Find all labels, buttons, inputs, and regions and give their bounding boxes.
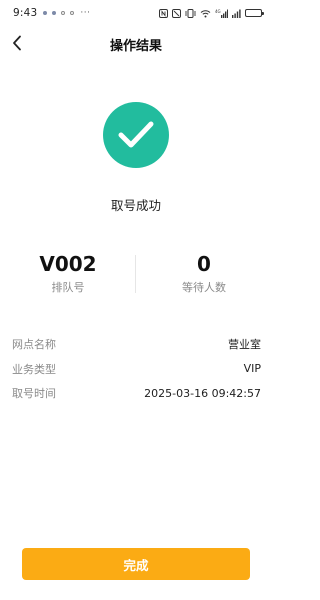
check-icon (118, 121, 154, 148)
svg-text:4G: 4G (215, 9, 221, 14)
waiting-count-stat: 0 等待人数 (136, 252, 272, 295)
signal-icon (232, 9, 241, 18)
status-bar-right: 4G (159, 8, 264, 18)
result-message: 取号成功 (110, 198, 161, 213)
battery-icon (245, 9, 264, 17)
waiting-count-label: 等待人数 (182, 281, 226, 294)
nav-bar: 操作结果 (0, 26, 272, 60)
info-row-ticket-time: 取号时间 2025-03-16 09:42:57 (12, 381, 261, 406)
status-bar: 9:43 ··· 4G (0, 0, 272, 26)
done-button[interactable]: 完成 (22, 548, 250, 580)
signal-icon: 4G (215, 9, 228, 18)
nfc-icon (159, 8, 168, 18)
vibrate-icon (185, 8, 196, 18)
status-bar-left: 9:43 ··· (13, 7, 90, 19)
queue-number-stat: V002 排队号 (0, 252, 136, 295)
mute-icon (172, 8, 181, 18)
page-title: 操作结果 (109, 39, 162, 54)
notification-dot-icon (61, 11, 66, 15)
info-value: 营业室 (228, 338, 261, 352)
waiting-count-value: 0 (197, 252, 211, 276)
notification-dot-icon (43, 11, 48, 15)
info-value: VIP (243, 362, 261, 376)
notification-dot-icon (70, 11, 75, 15)
info-value: 2025-03-16 09:42:57 (144, 386, 261, 400)
info-row-business-type: 业务类型 VIP (12, 357, 261, 382)
wifi-icon (200, 9, 211, 17)
notification-dot-icon (52, 11, 57, 15)
queue-number-value: V002 (39, 252, 97, 276)
queue-stats: V002 排队号 0 等待人数 (0, 252, 272, 300)
notification-icons (43, 11, 75, 15)
status-time: 9:43 (13, 7, 38, 19)
ticket-info: 网点名称 营业室 业务类型 VIP 取号时间 2025-03-16 09:42:… (12, 332, 261, 406)
more-notifications-icon: ··· (80, 8, 91, 18)
queue-number-label: 排队号 (51, 281, 85, 294)
info-label: 网点名称 (12, 338, 56, 352)
success-badge (103, 102, 169, 168)
info-label: 取号时间 (12, 387, 56, 401)
info-row-branch: 网点名称 营业室 (12, 332, 261, 357)
info-label: 业务类型 (12, 362, 56, 376)
